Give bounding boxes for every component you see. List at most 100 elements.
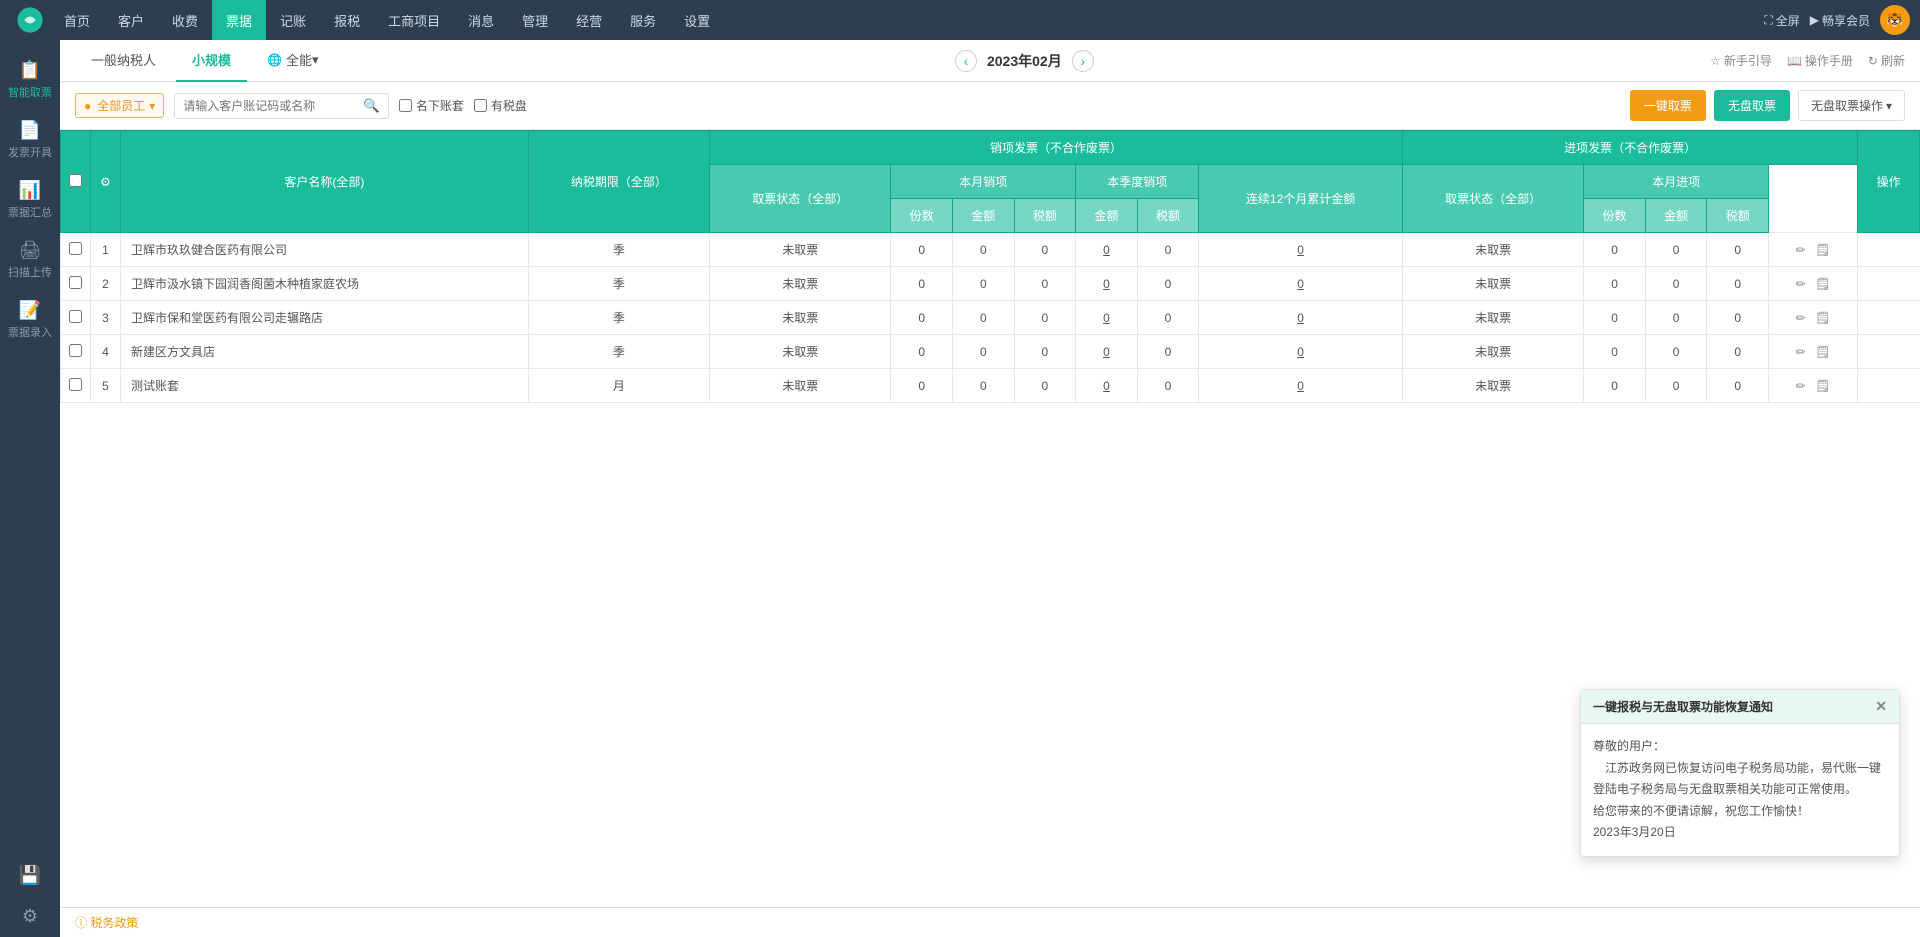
sidebar-settings[interactable]: ⚙ — [19, 896, 41, 937]
refresh-btn[interactable]: ↻ 刷新 — [1868, 52, 1905, 69]
next-month-btn[interactable]: › — [1072, 50, 1094, 72]
row-client-name[interactable]: 卫辉市汲水镇下园润香阁菌木种植家庭农场 — [121, 267, 529, 301]
no-disk-fetch-btn[interactable]: 无盘取票 — [1714, 90, 1790, 121]
edit-icon[interactable]: ✏ — [1796, 277, 1806, 291]
nav-operation[interactable]: 经营 — [562, 0, 616, 40]
row-checkbox-cell — [61, 267, 91, 301]
current-month: 2023年02月 — [987, 51, 1062, 71]
sub-nav-right-actions: ☆ 新手引导 📖 操作手册 ↻ 刷新 — [1710, 52, 1905, 69]
sidebar-scan-upload[interactable]: 🖨 扫描上传 — [0, 230, 60, 290]
row-client-name[interactable]: 卫辉市玖玖健合医药有限公司 — [121, 233, 529, 267]
member-btn[interactable]: ▶ 畅享会员 — [1810, 12, 1870, 29]
nav-manage[interactable]: 管理 — [508, 0, 562, 40]
detail-icon[interactable]: 🗒 — [1815, 345, 1830, 359]
sidebar-invoice-entry[interactable]: 📝 票据录入 — [0, 290, 60, 350]
bottom-bar: ⓘ 税务政策 — [60, 907, 1920, 937]
avatar[interactable]: 🐯 — [1880, 5, 1910, 35]
nav-business[interactable]: 工商项目 — [374, 0, 454, 40]
row-sales-month-amount: 0 — [953, 369, 1015, 403]
tab-omnipotent[interactable]: 🌐 全能 ▾ — [251, 40, 335, 82]
row-sales-month-amount: 0 — [953, 233, 1015, 267]
prev-month-btn[interactable]: ‹ — [955, 50, 977, 72]
manual-btn[interactable]: 📖 操作手册 — [1787, 52, 1853, 69]
checkbox-has-tax-disk[interactable]: 有税盘 — [474, 97, 527, 114]
nav-message[interactable]: 消息 — [454, 0, 508, 40]
has-tax-disk-checkbox[interactable] — [474, 99, 487, 112]
filter-bar: ● 全部员工 ▾ 🔍 名下账套 有税盘 一键取票 无盘取票 无盘取票操作 ▾ — [60, 82, 1920, 130]
row-purchase-month-count: 0 — [1584, 301, 1646, 335]
nav-invoice[interactable]: 票据 — [212, 0, 266, 40]
sidebar-smart-fetch[interactable]: 📋 智能取票 — [0, 50, 60, 110]
th-purchase-month-amount: 金额 — [1645, 199, 1707, 233]
sidebar-invoice-open[interactable]: 📄 发票开具 — [0, 110, 60, 170]
search-input[interactable] — [175, 95, 355, 117]
th-this-season-sales: 本季度销项 — [1076, 165, 1199, 199]
popup-close-btn[interactable]: ✕ — [1875, 698, 1887, 715]
sidebar-download[interactable]: 💾 — [19, 855, 41, 896]
edit-icon[interactable]: ✏ — [1796, 379, 1806, 393]
row-client-name[interactable]: 新建区方文具店 — [121, 335, 529, 369]
row-checkbox-cell — [61, 369, 91, 403]
invoice-summary-icon: 📊 — [19, 180, 41, 201]
tab-general-taxpayer[interactable]: 一般纳税人 — [75, 40, 172, 82]
row-consecutive12: 0 — [1199, 301, 1403, 335]
row-sales-season-tax: 0 — [1137, 369, 1199, 403]
row-checkbox[interactable] — [69, 378, 82, 391]
detail-icon[interactable]: 🗒 — [1815, 243, 1830, 257]
row-sales-season-amount: 0 — [1076, 233, 1138, 267]
nav-billing[interactable]: 收费 — [158, 0, 212, 40]
row-index: 5 — [91, 369, 121, 403]
th-checkbox — [61, 131, 91, 233]
row-checkbox-cell — [61, 301, 91, 335]
my-accounts-checkbox[interactable] — [399, 99, 412, 112]
new-guide-btn[interactable]: ☆ 新手引导 — [1710, 52, 1772, 69]
row-index: 4 — [91, 335, 121, 369]
checkbox-my-accounts[interactable]: 名下账套 — [399, 97, 464, 114]
th-purchase-month-count: 份数 — [1584, 199, 1646, 233]
tax-policy-link[interactable]: ⓘ 税务政策 — [75, 914, 138, 931]
edit-icon[interactable]: ✏ — [1796, 311, 1806, 325]
row-index: 3 — [91, 301, 121, 335]
edit-icon[interactable]: ✏ — [1796, 243, 1806, 257]
row-tax-period: 季 — [528, 301, 709, 335]
row-sales-month-count: 0 — [891, 335, 953, 369]
nav-home[interactable]: 首页 — [50, 0, 104, 40]
nav-settings[interactable]: 设置 — [670, 0, 724, 40]
row-checkbox[interactable] — [69, 242, 82, 255]
row-checkbox[interactable] — [69, 344, 82, 357]
row-purchase-month-tax: 0 — [1707, 335, 1769, 369]
sidebar-invoice-summary[interactable]: 📊 票据汇总 — [0, 170, 60, 230]
one-key-fetch-btn[interactable]: 一键取票 — [1630, 90, 1706, 121]
nav-client[interactable]: 客户 — [104, 0, 158, 40]
fullscreen-btn[interactable]: ⛶ 全屏 — [1764, 12, 1799, 29]
search-btn[interactable]: 🔍 — [355, 94, 388, 118]
row-sales-season-amount: 0 — [1076, 301, 1138, 335]
omnipotent-icon: 🌐 — [267, 53, 282, 67]
tab-small-scale[interactable]: 小规模 — [176, 40, 247, 82]
th-operate: 操作 — [1858, 131, 1920, 233]
employee-select[interactable]: ● 全部员工 ▾ — [75, 93, 164, 118]
settings-icon: ⚙ — [22, 906, 38, 927]
row-purchase-month-amount: 0 — [1645, 301, 1707, 335]
detail-icon[interactable]: 🗒 — [1815, 379, 1830, 393]
nav-bookkeeping[interactable]: 记账 — [266, 0, 320, 40]
detail-icon[interactable]: 🗒 — [1815, 311, 1830, 325]
sidebar: 📋 智能取票 📄 发票开具 📊 票据汇总 🖨 扫描上传 📝 票据录入 💾 ⚙ — [0, 40, 60, 937]
row-client-name[interactable]: 卫辉市保和堂医药有限公司走辗路店 — [121, 301, 529, 335]
select-all-checkbox[interactable] — [69, 174, 82, 187]
row-client-name[interactable]: 测试账套 — [121, 369, 529, 403]
row-sales-month-tax: 0 — [1014, 267, 1076, 301]
no-disk-operate-btn[interactable]: 无盘取票操作 ▾ — [1798, 90, 1905, 121]
row-purchase-fetch-status: 未取票 — [1402, 335, 1583, 369]
nav-tax[interactable]: 报税 — [320, 0, 374, 40]
row-sales-month-amount: 0 — [953, 301, 1015, 335]
row-sales-month-count: 0 — [891, 267, 953, 301]
detail-icon[interactable]: 🗒 — [1815, 277, 1830, 291]
row-checkbox[interactable] — [69, 276, 82, 289]
nav-service[interactable]: 服务 — [616, 0, 670, 40]
row-purchase-month-amount: 0 — [1645, 233, 1707, 267]
row-consecutive12: 0 — [1199, 267, 1403, 301]
th-purchase-fetch-status: 取票状态（全部） — [1402, 165, 1583, 233]
row-checkbox[interactable] — [69, 310, 82, 323]
edit-icon[interactable]: ✏ — [1796, 345, 1806, 359]
